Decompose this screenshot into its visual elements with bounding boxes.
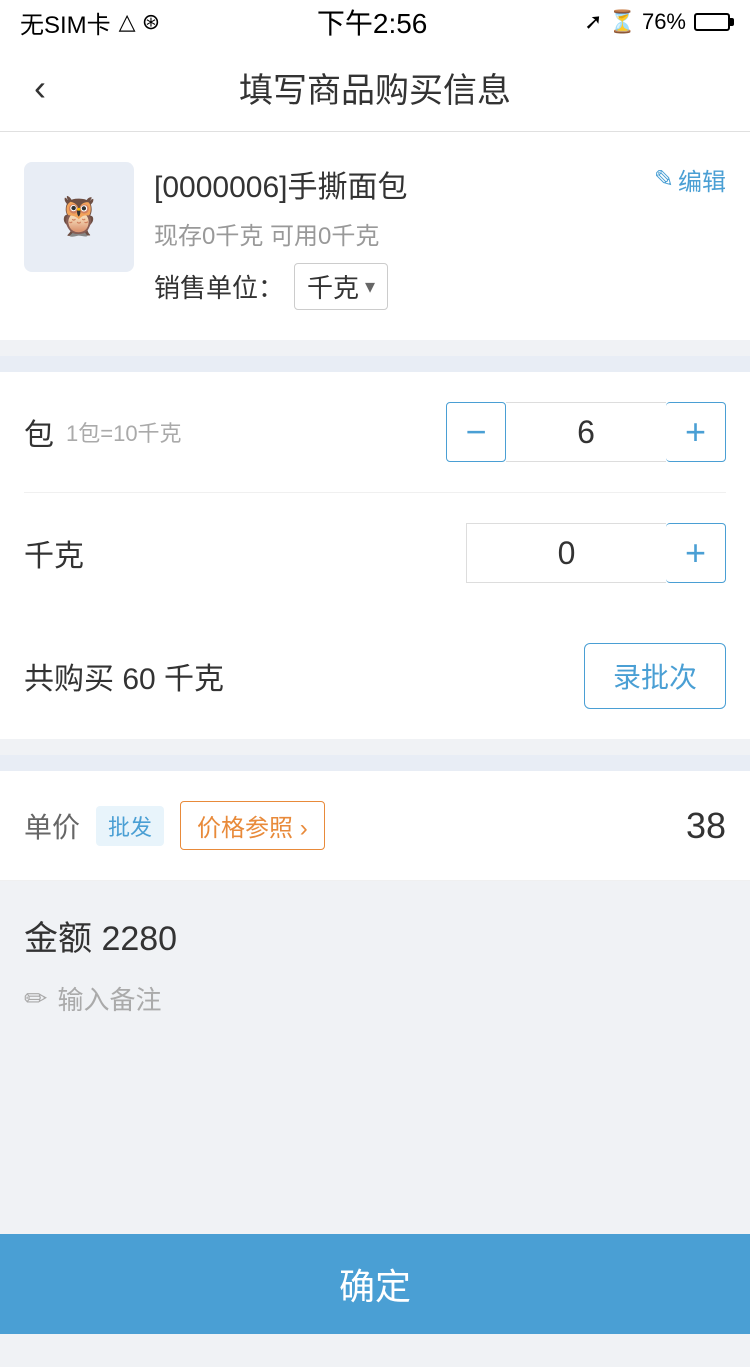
product-name: [0000006]手撕面包 — [154, 162, 726, 206]
wifi-icon: △ ⊛ — [119, 9, 160, 35]
product-card: 🦉 [0000006]手撕面包 现存0千克 可用0千克 销售单位： 千克 ▾ ✎… — [0, 132, 750, 340]
confirm-bar[interactable]: 确定 — [0, 1234, 750, 1334]
location-icon: ➚ — [584, 9, 602, 35]
unit-value: 千克 — [307, 268, 359, 305]
summary-section: 共购买 60 千克 录批次 — [0, 613, 750, 739]
amount-number: 2280 — [101, 920, 177, 958]
note-placeholder: 输入备注 — [57, 980, 161, 1017]
amount-label: 金额 — [24, 920, 92, 958]
section-divider — [0, 356, 750, 372]
bao-label: 包 1包=10千克 — [24, 410, 182, 454]
price-badge: 批发 — [96, 806, 164, 846]
product-unit-row: 销售单位： 千克 ▾ — [154, 263, 726, 310]
bao-row: 包 1包=10千克 − + — [24, 372, 726, 493]
note-row[interactable]: ✏ 输入备注 — [24, 980, 726, 1017]
nav-bar: ‹ 填写商品购买信息 — [0, 44, 750, 132]
price-section: 单价 批发 价格参照 › 38 — [0, 771, 750, 881]
section-divider-2 — [0, 755, 750, 771]
alarm-icon: ⏳ — [609, 9, 636, 35]
bao-qty-input[interactable] — [506, 402, 666, 462]
kg-row: 千克 + — [24, 493, 726, 613]
chevron-down-icon: ▾ — [365, 274, 375, 299]
amount-section: 金额 2280 ✏ 输入备注 — [0, 881, 750, 1037]
status-right: ➚ ⏳ 76% — [584, 9, 730, 35]
bao-hint: 1包=10千克 — [66, 416, 182, 448]
summary-text: 共购买 60 千克 — [24, 654, 224, 698]
product-info: [0000006]手撕面包 现存0千克 可用0千克 销售单位： 千克 ▾ — [154, 162, 726, 310]
kg-label: 千克 — [24, 531, 84, 575]
carrier-label: 无SIM卡 — [20, 5, 111, 40]
price-label: 单价 — [24, 806, 80, 846]
battery-icon — [694, 13, 730, 31]
edit-note-icon: ✏ — [24, 982, 47, 1015]
bao-qty-control: − + — [446, 402, 726, 462]
status-bar: 无SIM卡 △ ⊛ 下午2:56 ➚ ⏳ 76% — [0, 0, 750, 44]
battery-percent: 76% — [642, 9, 686, 35]
kg-qty-control: + — [466, 523, 726, 583]
product-thumbnail: 🦉 — [24, 162, 134, 272]
unit-selector[interactable]: 千克 ▾ — [294, 263, 388, 310]
product-logo: 🦉 — [55, 195, 102, 239]
bao-increment-button[interactable]: + — [666, 402, 726, 462]
kg-increment-button[interactable]: + — [666, 523, 726, 583]
kg-qty-input[interactable] — [466, 523, 666, 583]
edit-button[interactable]: ✎ 编辑 — [654, 162, 726, 197]
product-stock: 现存0千克 可用0千克 — [154, 216, 726, 251]
status-left: 无SIM卡 △ ⊛ — [20, 5, 160, 40]
unit-label: 销售单位： — [154, 268, 284, 305]
time-label: 下午2:56 — [317, 2, 428, 42]
price-value: 38 — [686, 805, 726, 847]
confirm-label: 确定 — [339, 1258, 411, 1310]
edit-label: 编辑 — [678, 162, 726, 197]
amount-row: 金额 2280 — [24, 911, 726, 960]
price-reference-button[interactable]: 价格参照 › — [180, 801, 325, 850]
record-batch-button[interactable]: 录批次 — [584, 643, 726, 709]
form-section: 包 1包=10千克 − + 千克 + — [0, 372, 750, 613]
bao-decrement-button[interactable]: − — [446, 402, 506, 462]
edit-icon: ✎ — [654, 165, 674, 194]
page-title: 填写商品购买信息 — [239, 63, 511, 112]
back-button[interactable]: ‹ — [24, 57, 56, 119]
